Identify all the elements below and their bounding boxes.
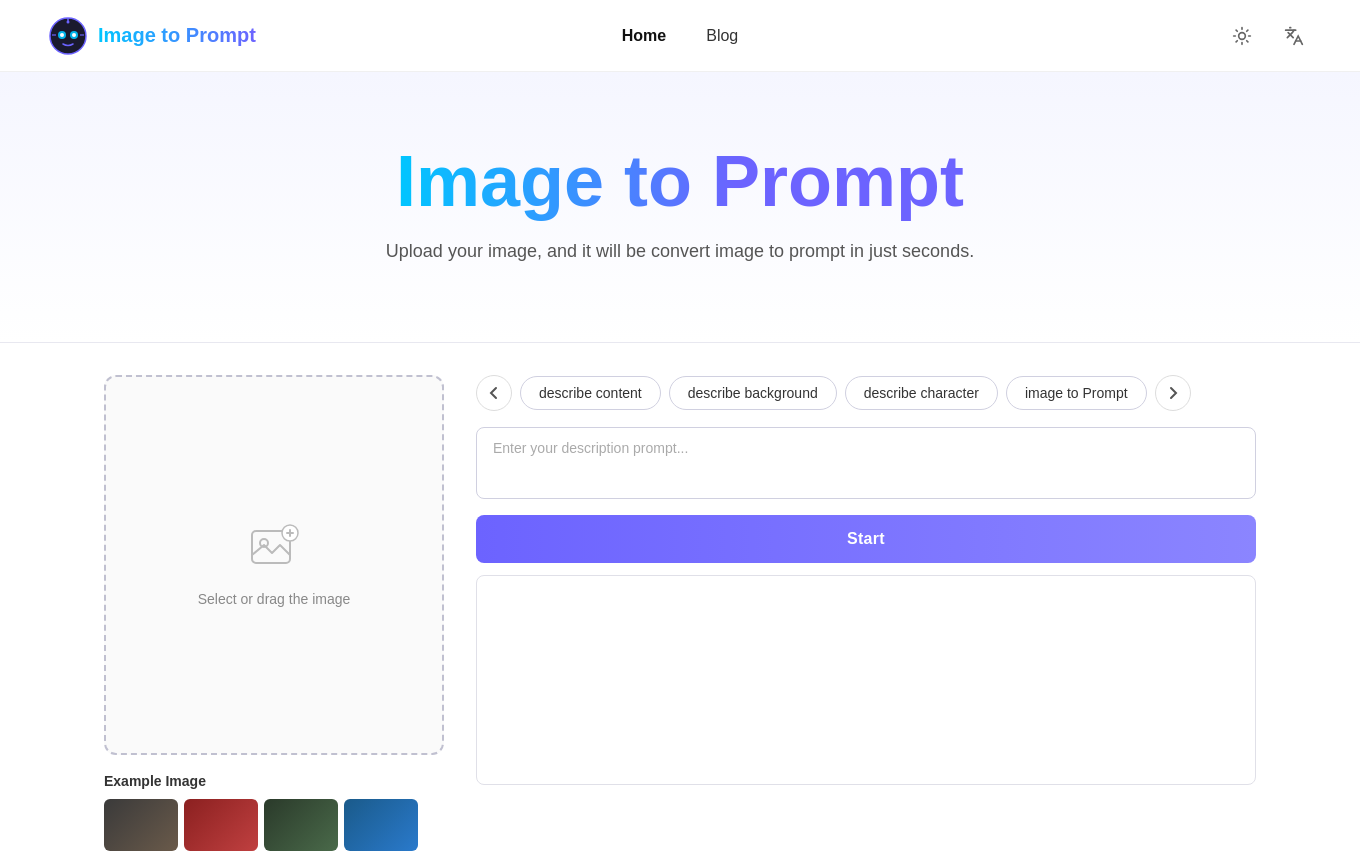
example-section: Example Image (104, 773, 444, 851)
svg-point-9 (1239, 32, 1246, 39)
upload-dropzone[interactable]: Select or drag the image (104, 375, 444, 755)
nav-home[interactable]: Home (622, 27, 666, 45)
tabs-prev-button[interactable] (476, 375, 512, 411)
translate-icon (1284, 26, 1304, 46)
tab-image-to-prompt[interactable]: image to Prompt (1006, 376, 1147, 410)
description-input[interactable] (476, 427, 1256, 499)
tab-describe-background[interactable]: describe background (669, 376, 837, 410)
tabs-row: describe content describe background des… (476, 375, 1256, 411)
main-nav: Home Blog (622, 27, 738, 45)
upload-label: Select or drag the image (198, 591, 351, 607)
theme-toggle-button[interactable] (1224, 18, 1260, 54)
chevron-left-icon (487, 386, 501, 400)
hero-title-text: Image to Prompt (396, 141, 964, 221)
tab-describe-character[interactable]: describe character (845, 376, 998, 410)
svg-line-16 (1236, 40, 1237, 41)
svg-point-4 (72, 33, 76, 37)
header-actions (1224, 18, 1312, 54)
svg-line-15 (1247, 40, 1248, 41)
svg-point-3 (60, 33, 64, 37)
example-image-2[interactable] (184, 799, 258, 851)
svg-point-6 (67, 20, 70, 23)
example-images (104, 799, 444, 851)
upload-panel: Select or drag the image Example Image (104, 375, 444, 851)
upload-icon (248, 523, 300, 579)
hero-title: Image to Prompt (20, 142, 1340, 221)
chevron-right-icon (1166, 386, 1180, 400)
logo-text: Image to Prompt (98, 24, 256, 47)
start-button[interactable]: Start (476, 515, 1256, 563)
result-area (476, 575, 1256, 785)
example-image-4[interactable] (344, 799, 418, 851)
right-panel: describe content describe background des… (476, 375, 1256, 785)
nav-blog[interactable]: Blog (706, 27, 738, 45)
hero-subtitle: Upload your image, and it will be conver… (380, 241, 980, 262)
svg-line-14 (1236, 30, 1237, 31)
main-content: Select or drag the image Example Image d… (0, 343, 1360, 859)
header: Image to Prompt Home Blog (0, 0, 1360, 72)
svg-line-17 (1247, 30, 1248, 31)
sun-icon (1232, 26, 1252, 46)
logo-area: Image to Prompt (48, 16, 256, 56)
tabs-next-button[interactable] (1155, 375, 1191, 411)
example-image-1[interactable] (104, 799, 178, 851)
example-label: Example Image (104, 773, 444, 789)
example-image-3[interactable] (264, 799, 338, 851)
translate-button[interactable] (1276, 18, 1312, 54)
tab-describe-content[interactable]: describe content (520, 376, 661, 410)
hero-section: Image to Prompt Upload your image, and i… (0, 72, 1360, 343)
logo-icon (48, 16, 88, 56)
